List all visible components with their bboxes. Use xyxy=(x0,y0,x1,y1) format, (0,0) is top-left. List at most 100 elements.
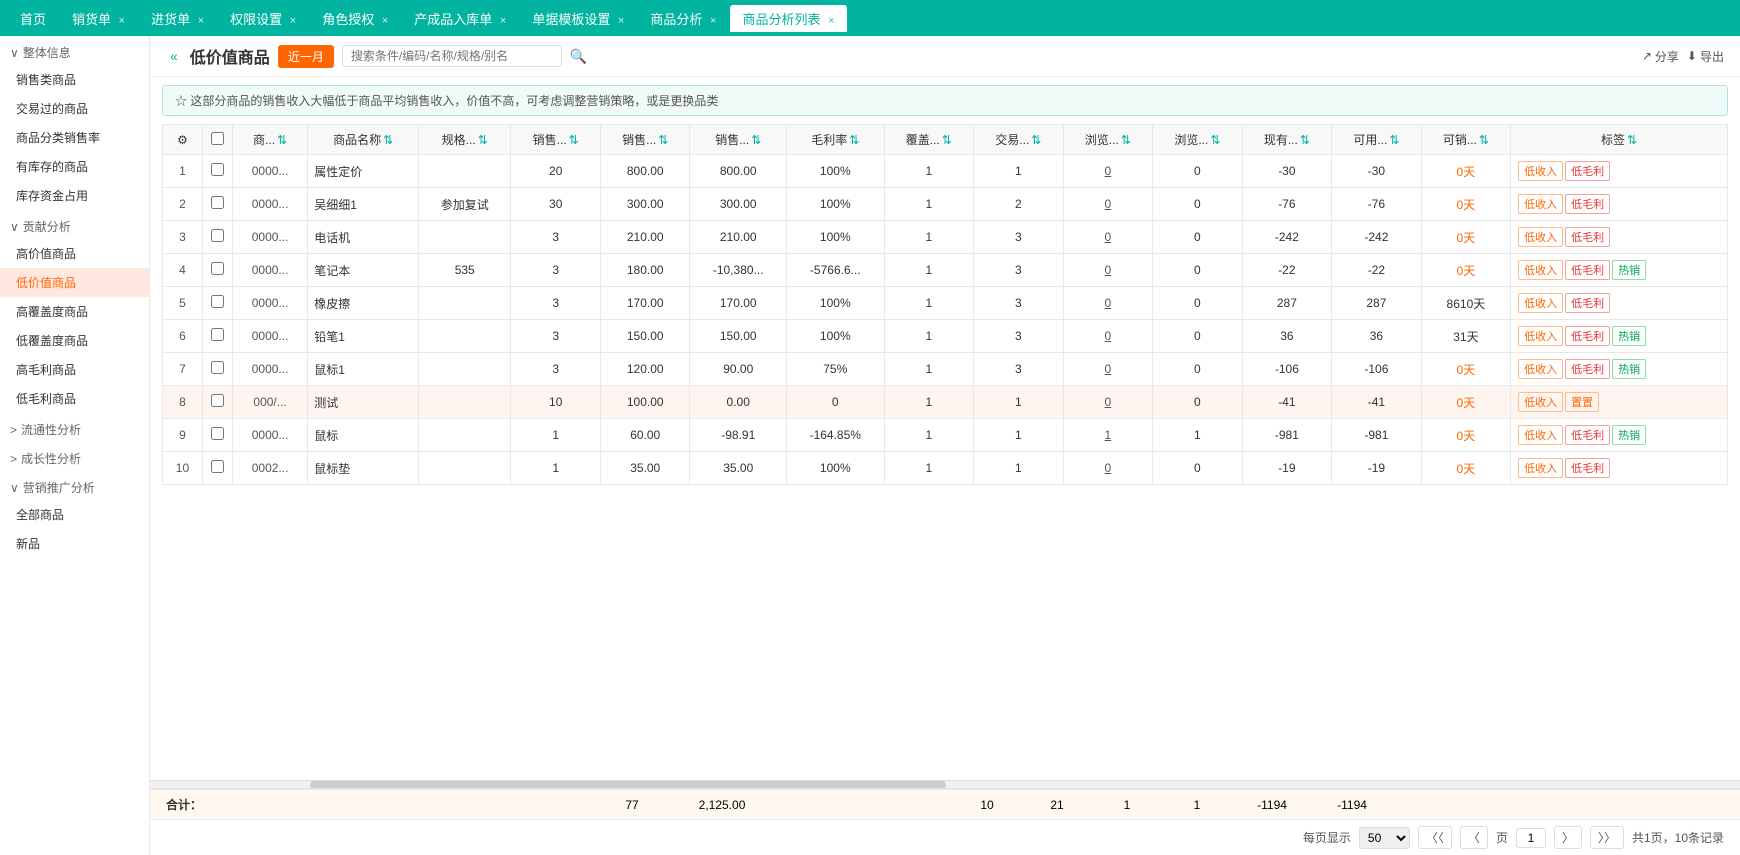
th-sale-qty[interactable]: 销售...⇅ xyxy=(511,125,601,155)
nav-analysis-list-close[interactable]: × xyxy=(828,15,834,27)
cell-view1[interactable]: 0 xyxy=(1063,287,1153,320)
cell-name[interactable]: 鼠标垫 xyxy=(308,452,419,485)
prev-page-btn[interactable]: 〈 xyxy=(1460,826,1488,849)
cell-checkbox[interactable] xyxy=(202,320,232,353)
sidebar-item-low-value[interactable]: 低价值商品 xyxy=(0,268,149,297)
cell-checkbox[interactable] xyxy=(202,419,232,452)
th-code[interactable]: 商...⇅ xyxy=(232,125,307,155)
collapse-icon[interactable]: ∨ xyxy=(10,46,19,60)
th-checkbox[interactable] xyxy=(202,125,232,155)
cell-name[interactable]: 鼠标 xyxy=(308,419,419,452)
row-checkbox[interactable] xyxy=(211,196,224,209)
cell-name[interactable]: 鼠标1 xyxy=(308,353,419,386)
first-page-btn[interactable]: 〈〈 xyxy=(1418,826,1452,849)
sidebar-item-high-coverage[interactable]: 高覆盖度商品 xyxy=(0,297,149,326)
search-input[interactable] xyxy=(342,45,562,67)
nav-roles[interactable]: 角色授权 × xyxy=(310,5,400,32)
sidebar-group-contribution[interactable]: ∨ 贡献分析 xyxy=(0,210,149,239)
sidebar-item-high-margin[interactable]: 高毛利商品 xyxy=(0,355,149,384)
row-checkbox[interactable] xyxy=(211,460,224,473)
nav-roles-close[interactable]: × xyxy=(382,15,388,27)
th-trade[interactable]: 交易...⇅ xyxy=(974,125,1064,155)
nav-product-stock-close[interactable]: × xyxy=(500,15,506,27)
sidebar-group-marketing[interactable]: ∨ 营销推广分析 xyxy=(0,471,149,500)
cell-name[interactable]: 属性定价 xyxy=(308,155,419,188)
sidebar-item-sales-products[interactable]: 销售类商品 xyxy=(0,65,149,94)
cell-name[interactable]: 吴细细1 xyxy=(308,188,419,221)
th-view2[interactable]: 浏览...⇅ xyxy=(1153,125,1243,155)
th-sale-amount[interactable]: 销售...⇅ xyxy=(690,125,787,155)
nav-purchase-close[interactable]: × xyxy=(198,15,204,27)
nav-purchase[interactable]: 进货单 × xyxy=(139,5,216,32)
th-available[interactable]: 可用...⇅ xyxy=(1332,125,1422,155)
nav-template-close[interactable]: × xyxy=(618,15,624,27)
sidebar-group-flow[interactable]: > 流通性分析 xyxy=(0,413,149,442)
sidebar-item-low-margin[interactable]: 低毛利商品 xyxy=(0,384,149,413)
next-page-btn[interactable]: 〉 xyxy=(1554,826,1582,849)
sidebar-group-overall[interactable]: ∨ 整体信息 xyxy=(0,36,149,65)
cell-view1[interactable]: 0 xyxy=(1063,155,1153,188)
nav-sales[interactable]: 销货单 × xyxy=(60,5,137,32)
cell-checkbox[interactable] xyxy=(202,287,232,320)
search-icon[interactable]: 🔍 xyxy=(570,48,587,65)
th-saleable[interactable]: 可销...⇅ xyxy=(1421,125,1511,155)
cell-view1[interactable]: 0 xyxy=(1063,452,1153,485)
sidebar-item-category-rate[interactable]: 商品分类销售率 xyxy=(0,123,149,152)
th-spec[interactable]: 规格...⇅ xyxy=(418,125,510,155)
cell-checkbox[interactable] xyxy=(202,386,232,419)
cell-view1[interactable]: 0 xyxy=(1063,188,1153,221)
filter-recent-month-btn[interactable]: 近一月 xyxy=(278,45,334,68)
sidebar-collapse-btn[interactable]: « xyxy=(166,44,182,68)
cell-checkbox[interactable] xyxy=(202,188,232,221)
sidebar-item-stock-capital[interactable]: 库存资金占用 xyxy=(0,181,149,210)
cell-checkbox[interactable] xyxy=(202,155,232,188)
sidebar-group-growth[interactable]: > 成长性分析 xyxy=(0,442,149,471)
row-checkbox[interactable] xyxy=(211,295,224,308)
contribution-collapse-icon[interactable]: ∨ xyxy=(10,220,19,234)
row-checkbox[interactable] xyxy=(211,262,224,275)
select-all-checkbox[interactable] xyxy=(211,132,224,145)
nav-permissions[interactable]: 权限设置 × xyxy=(218,5,308,32)
cell-checkbox[interactable] xyxy=(202,452,232,485)
sidebar-item-in-stock[interactable]: 有库存的商品 xyxy=(0,152,149,181)
th-tags[interactable]: 标签⇅ xyxy=(1511,125,1728,155)
sidebar-item-low-coverage[interactable]: 低覆盖度商品 xyxy=(0,326,149,355)
sidebar-item-high-value[interactable]: 高价值商品 xyxy=(0,239,149,268)
row-checkbox[interactable] xyxy=(211,394,224,407)
th-settings[interactable]: ⚙ xyxy=(163,125,203,155)
page-number-input[interactable] xyxy=(1516,828,1546,848)
share-btn[interactable]: ↗ 分享 xyxy=(1642,48,1679,65)
sidebar-item-all-products[interactable]: 全部商品 xyxy=(0,500,149,529)
footer-scroll[interactable] xyxy=(150,780,1740,788)
cell-name[interactable]: 笔记本 xyxy=(308,254,419,287)
cell-name[interactable]: 测试 xyxy=(308,386,419,419)
cell-view1[interactable]: 0 xyxy=(1063,353,1153,386)
th-sale-price[interactable]: 销售...⇅ xyxy=(600,125,690,155)
row-checkbox[interactable] xyxy=(211,163,224,176)
cell-view1[interactable]: 0 xyxy=(1063,320,1153,353)
th-name[interactable]: 商品名称⇅ xyxy=(308,125,419,155)
nav-product-analysis[interactable]: 商品分析 × xyxy=(638,5,728,32)
cell-view1[interactable]: 1 xyxy=(1063,419,1153,452)
row-checkbox[interactable] xyxy=(211,229,224,242)
nav-home[interactable]: 首页 xyxy=(8,5,58,32)
row-checkbox[interactable] xyxy=(211,361,224,374)
nav-template[interactable]: 单据模板设置 × xyxy=(520,5,636,32)
row-checkbox[interactable] xyxy=(211,427,224,440)
nav-permissions-close[interactable]: × xyxy=(290,15,296,27)
cell-checkbox[interactable] xyxy=(202,353,232,386)
cell-name[interactable]: 橡皮擦 xyxy=(308,287,419,320)
row-checkbox[interactable] xyxy=(211,328,224,341)
cell-name[interactable]: 铅笔1 xyxy=(308,320,419,353)
th-margin[interactable]: 毛利率⇅ xyxy=(787,125,885,155)
sidebar-item-traded[interactable]: 交易过的商品 xyxy=(0,94,149,123)
th-view1[interactable]: 浏览...⇅ xyxy=(1063,125,1153,155)
cell-name[interactable]: 电话机 xyxy=(308,221,419,254)
cell-checkbox[interactable] xyxy=(202,254,232,287)
sidebar-item-new-products[interactable]: 新品 xyxy=(0,529,149,558)
nav-product-stock[interactable]: 产成品入库单 × xyxy=(402,5,518,32)
export-btn[interactable]: ⬇ 导出 xyxy=(1687,48,1724,65)
nav-analysis-close[interactable]: × xyxy=(710,15,716,27)
cell-view1[interactable]: 0 xyxy=(1063,386,1153,419)
table-wrapper[interactable]: ⚙ 商...⇅ 商品名称⇅ 规格...⇅ 销售...⇅ 销售...⇅ 销售...… xyxy=(150,124,1740,780)
